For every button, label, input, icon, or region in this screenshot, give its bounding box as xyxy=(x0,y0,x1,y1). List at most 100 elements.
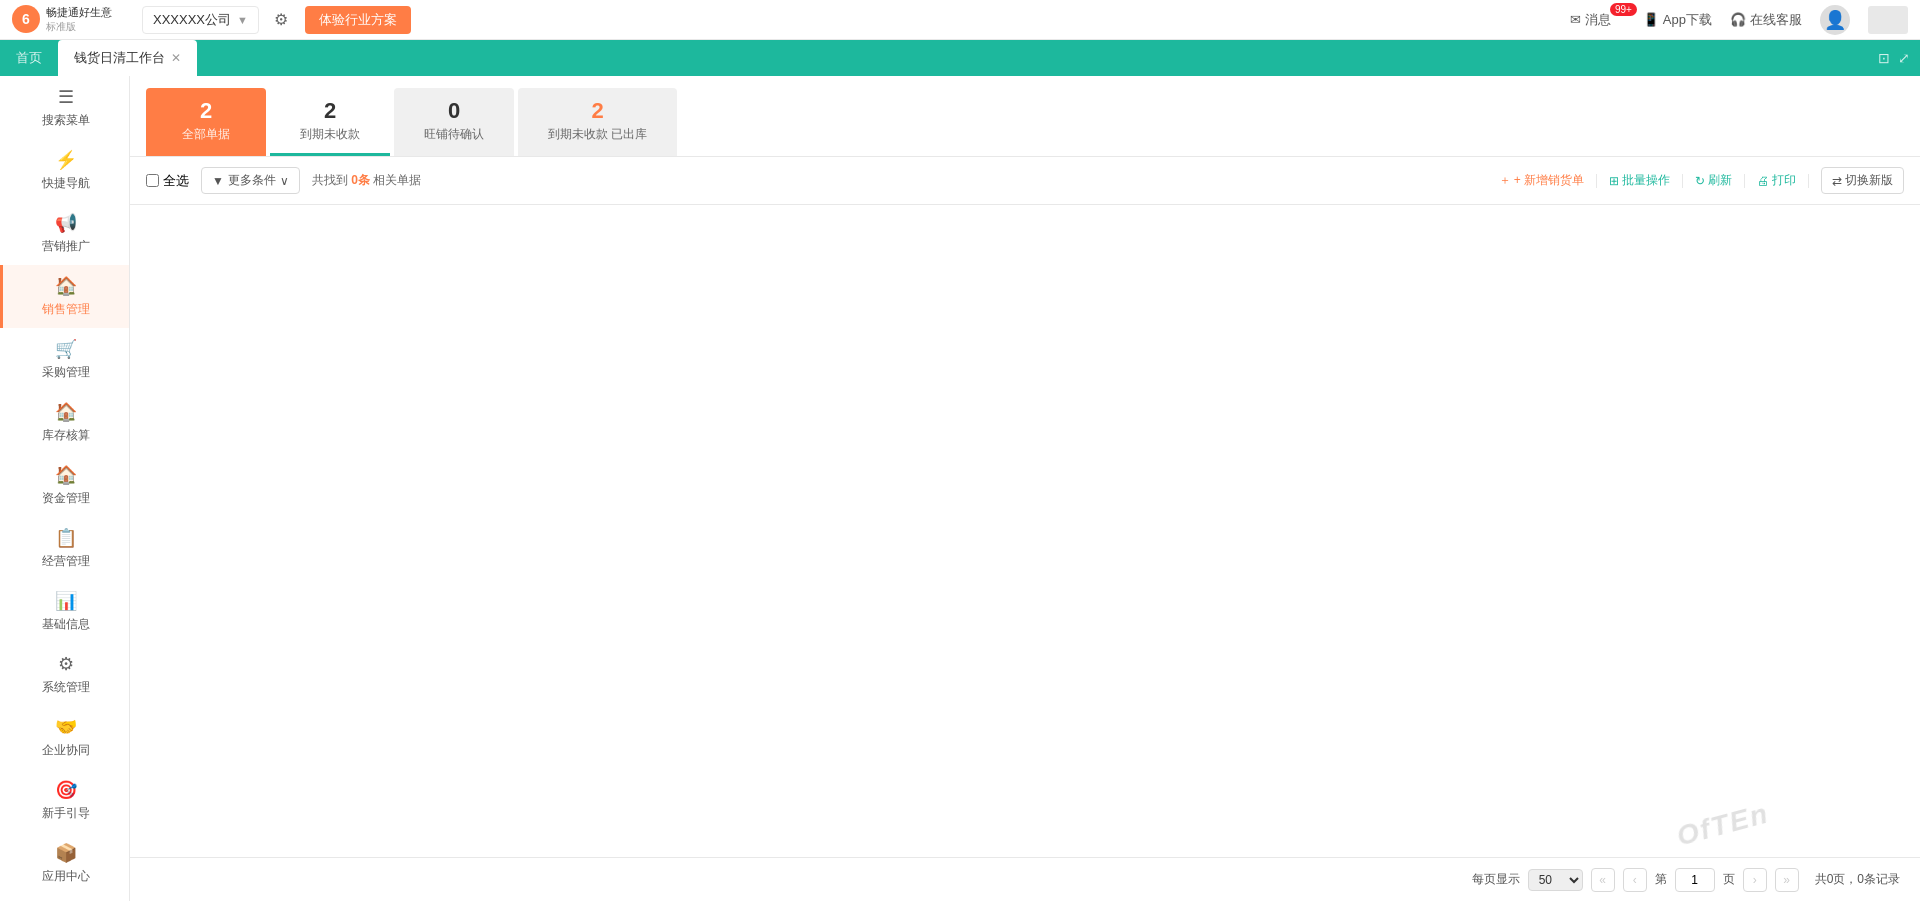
purchase-icon: 🛒 xyxy=(55,338,77,360)
app-download-label: App下载 xyxy=(1663,11,1712,29)
sidebar-item-finance[interactable]: 🏠 资金管理 xyxy=(0,454,129,517)
select-all-input[interactable] xyxy=(146,174,159,187)
prev-page-button[interactable]: ‹ xyxy=(1623,868,1647,892)
sidebar-item-operations[interactable]: 📋 经营管理 xyxy=(0,517,129,580)
switch-version-button[interactable]: ⇄ 切换新版 xyxy=(1821,167,1904,194)
sidebar-item-search-menu[interactable]: ☰ 搜索菜单 xyxy=(0,76,129,139)
batch-button[interactable]: ⊞ 批量操作 xyxy=(1609,172,1670,189)
basic-info-icon: 📊 xyxy=(55,590,77,612)
add-label: + 新增销货单 xyxy=(1514,172,1584,189)
tab-expand-icon[interactable]: ⤢ xyxy=(1898,50,1910,66)
select-all-checkbox[interactable]: 全选 xyxy=(146,172,189,190)
sales-icon: 🏠 xyxy=(55,275,77,297)
switch-label: 切换新版 xyxy=(1845,172,1893,189)
company-selector[interactable]: XXXXXX公司 ▼ xyxy=(142,6,259,34)
top-header: 6 畅捷通好生意 标准版 XXXXXX公司 ▼ ⚙ 体验行业方案 ✉ 消息 99… xyxy=(0,0,1920,40)
content-area: 2 全部单据 2 到期未收款 0 旺铺待确认 2 到期未收款 已出库 全选 xyxy=(130,76,1920,901)
stat-wangpu-number: 0 xyxy=(448,98,460,124)
sidebar-item-guide[interactable]: 🎯 新手引导 xyxy=(0,769,129,832)
user-name-area[interactable] xyxy=(1868,6,1908,34)
page-label: 第 xyxy=(1655,871,1667,888)
sidebar-item-sales[interactable]: 🏠 销售管理 xyxy=(0,265,129,328)
message-icon: ✉ xyxy=(1570,12,1581,27)
finance-label: 资金管理 xyxy=(42,490,90,507)
online-service-button[interactable]: 🎧 在线客服 xyxy=(1730,11,1802,29)
company-name: XXXXXX公司 xyxy=(153,11,231,29)
result-count: 0条 xyxy=(351,173,370,187)
batch-label: 批量操作 xyxy=(1622,172,1670,189)
last-page-button[interactable]: » xyxy=(1775,868,1799,892)
sidebar: ☰ 搜索菜单 ⚡ 快捷导航 📢 营销推广 🏠 销售管理 🛒 采购管理 🏠 库存核… xyxy=(0,76,130,901)
tab-home[interactable]: 首页 xyxy=(0,40,58,76)
operations-label: 经营管理 xyxy=(42,553,90,570)
result-text: 共找到 0条 相关单据 xyxy=(312,172,421,189)
page-input[interactable] xyxy=(1675,868,1715,892)
filter-label: 更多条件 xyxy=(228,172,276,189)
divider1 xyxy=(1596,174,1597,188)
quick-nav-icon: ⚡ xyxy=(55,149,77,171)
first-page-button[interactable]: « xyxy=(1591,868,1615,892)
app-center-label: 应用中心 xyxy=(42,868,90,885)
stats-tabs: 2 全部单据 2 到期未收款 0 旺铺待确认 2 到期未收款 已出库 xyxy=(130,76,1920,157)
refresh-button[interactable]: ↻ 刷新 xyxy=(1695,172,1732,189)
tab-bar-actions: ⊡ ⤢ xyxy=(1878,50,1920,66)
sidebar-item-inventory[interactable]: 🏠 库存核算 xyxy=(0,391,129,454)
divider3 xyxy=(1744,174,1745,188)
inventory-icon: 🏠 xyxy=(55,401,77,423)
filter-button[interactable]: ▼ 更多条件 ∨ xyxy=(201,167,300,194)
sidebar-item-purchase[interactable]: 🛒 采购管理 xyxy=(0,328,129,391)
per-page-select[interactable]: 50 100 200 xyxy=(1528,869,1583,891)
enterprise-label: 企业协同 xyxy=(42,742,90,759)
refresh-label: 刷新 xyxy=(1708,172,1732,189)
tab-minimize-icon[interactable]: ⊡ xyxy=(1878,50,1890,66)
trial-button[interactable]: 体验行业方案 xyxy=(305,6,411,34)
next-page-button[interactable]: › xyxy=(1743,868,1767,892)
stat-all-label: 全部单据 xyxy=(182,126,230,143)
stat-wangpu-label: 旺铺待确认 xyxy=(424,126,484,143)
page-suffix: 页 xyxy=(1723,871,1735,888)
user-avatar[interactable]: 👤 xyxy=(1820,5,1850,35)
logo-icon: 6 xyxy=(12,5,40,33)
stat-tab-wangpu[interactable]: 0 旺铺待确认 xyxy=(394,88,514,156)
main-layout: ☰ 搜索菜单 ⚡ 快捷导航 📢 营销推广 🏠 销售管理 🛒 采购管理 🏠 库存核… xyxy=(0,76,1920,901)
filter-dropdown-icon: ∨ xyxy=(280,174,289,188)
sidebar-item-enterprise[interactable]: 🤝 企业协同 xyxy=(0,706,129,769)
divider4 xyxy=(1808,174,1809,188)
messages-badge: 99+ xyxy=(1610,3,1637,16)
marketing-label: 营销推广 xyxy=(42,238,90,255)
per-page-label: 每页显示 xyxy=(1472,871,1520,888)
sidebar-item-quick-nav[interactable]: ⚡ 快捷导航 xyxy=(0,139,129,202)
messages-label: 消息 xyxy=(1585,11,1611,29)
tab-workbench[interactable]: 钱货日清工作台 ✕ xyxy=(58,40,197,76)
stat-tab-overdue[interactable]: 2 到期未收款 xyxy=(270,88,390,156)
marketing-icon: 📢 xyxy=(55,212,77,234)
filter-icon: ▼ xyxy=(212,174,224,188)
quick-nav-label: 快捷导航 xyxy=(42,175,90,192)
purchase-label: 采购管理 xyxy=(42,364,90,381)
print-button[interactable]: 🖨 打印 xyxy=(1757,172,1796,189)
add-sale-button[interactable]: ＋ + 新增销货单 xyxy=(1499,172,1584,189)
app-center-icon: 📦 xyxy=(55,842,77,864)
search-menu-label: 搜索菜单 xyxy=(42,112,90,129)
guide-label: 新手引导 xyxy=(42,805,90,822)
app-download-button[interactable]: 📱 App下载 xyxy=(1643,11,1712,29)
table-area xyxy=(130,205,1920,857)
toolbar-right: ＋ + 新增销货单 ⊞ 批量操作 ↻ 刷新 🖨 打印 xyxy=(1499,167,1904,194)
messages-button[interactable]: ✉ 消息 99+ xyxy=(1570,11,1625,29)
sidebar-item-app-center[interactable]: 📦 应用中心 xyxy=(0,832,129,895)
sidebar-item-basic-info[interactable]: 📊 基础信息 xyxy=(0,580,129,643)
system-label: 系统管理 xyxy=(42,679,90,696)
sidebar-item-system[interactable]: ⚙ 系统管理 xyxy=(0,643,129,706)
sidebar-item-marketing[interactable]: 📢 营销推广 xyxy=(0,202,129,265)
search-menu-icon: ☰ xyxy=(58,86,74,108)
stat-tab-all[interactable]: 2 全部单据 xyxy=(146,88,266,156)
select-all-label: 全选 xyxy=(163,172,189,190)
enterprise-icon: 🤝 xyxy=(55,716,77,738)
settings-button[interactable]: ⚙ xyxy=(267,6,295,34)
mobile-icon: 📱 xyxy=(1643,12,1659,27)
online-service-label: 在线客服 xyxy=(1750,11,1802,29)
stat-tab-shipped[interactable]: 2 到期未收款 已出库 xyxy=(518,88,677,156)
print-icon: 🖨 xyxy=(1757,174,1769,188)
sidebar-item-wechat[interactable]: 💬 企业微信 xyxy=(0,895,129,901)
tab-close-icon[interactable]: ✕ xyxy=(171,51,181,65)
